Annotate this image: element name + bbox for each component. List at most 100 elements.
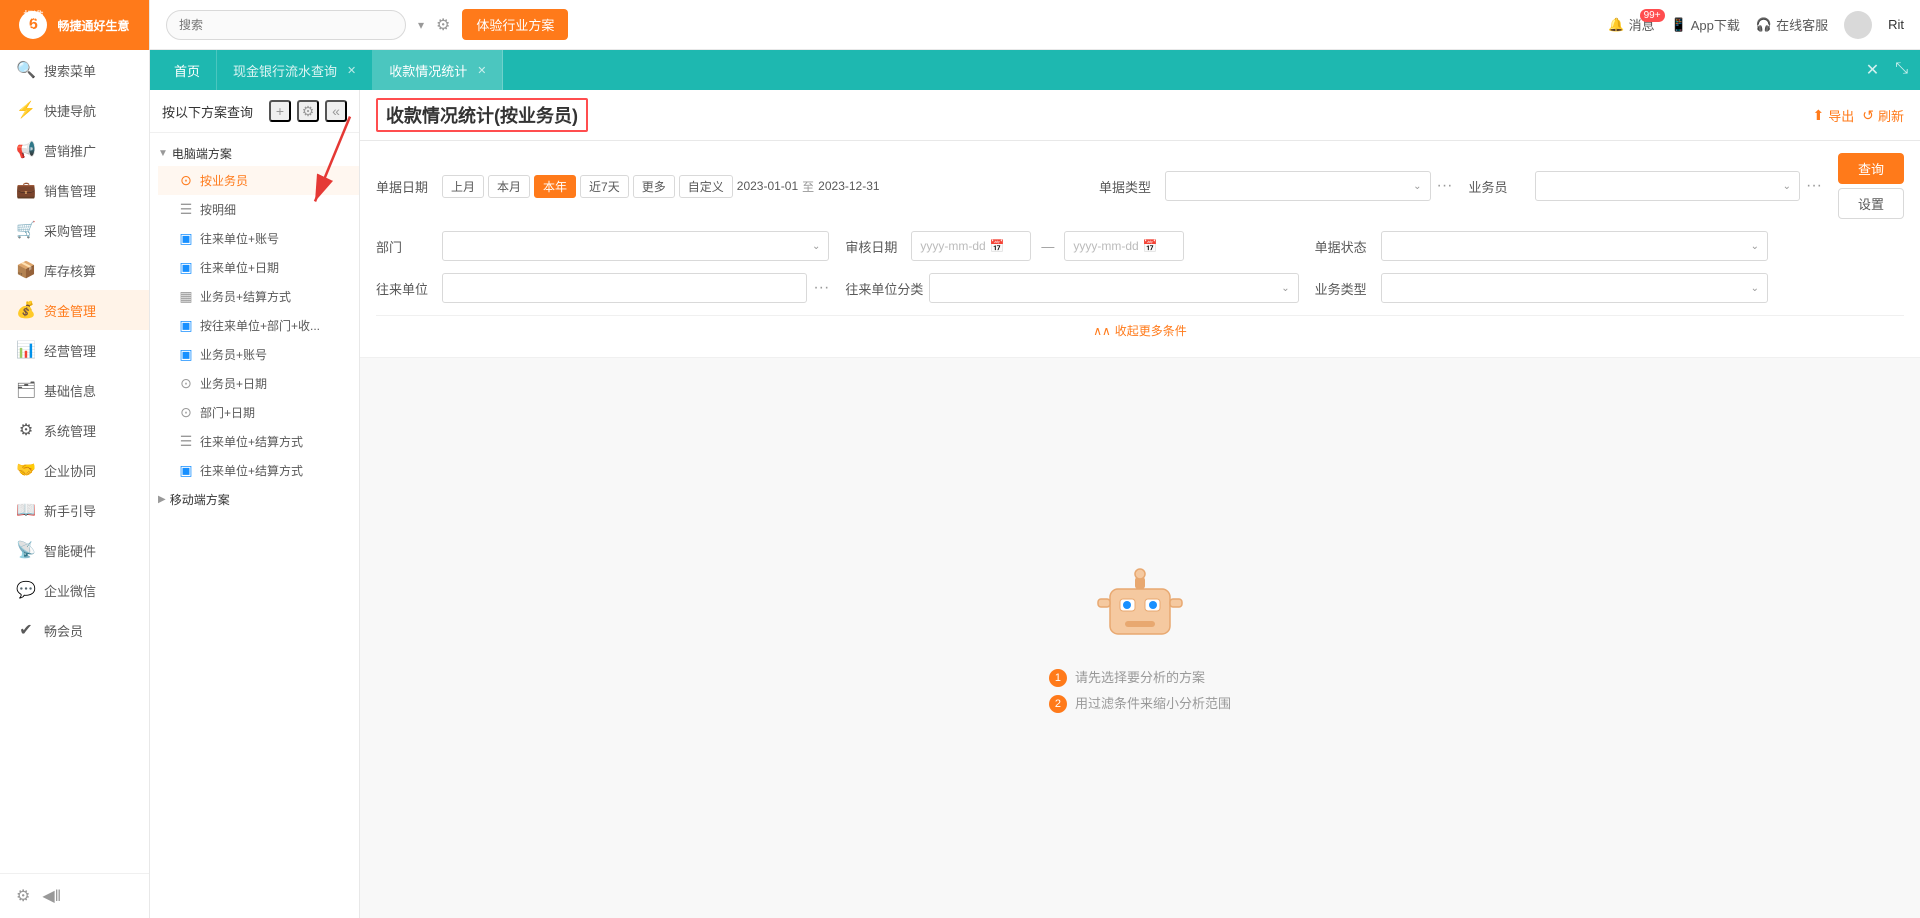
operations-icon: 📊: [16, 340, 36, 360]
empty-state: 1 请先选择要分析的方案 2 用过滤条件来缩小分析范围: [1049, 559, 1231, 717]
shortcut-this-month[interactable]: 本月: [488, 175, 530, 198]
online-service-button[interactable]: 🎧 在线客服: [1756, 15, 1828, 34]
tabbar-right: ✕ ⤡: [1862, 56, 1912, 84]
collapse-sidebar-icon[interactable]: ◀‖: [42, 886, 61, 906]
sidebar-item-enterprise[interactable]: 🤝 企业协同: [0, 450, 149, 490]
scheme-cp-dept-label: 按往来单位+部门+收...: [200, 317, 320, 334]
message-button[interactable]: 🔔 消息 99+: [1608, 15, 1654, 34]
app-download-button[interactable]: 📱 App下载: [1671, 15, 1740, 34]
sidebar-item-inventory[interactable]: 📦 库存核算: [0, 250, 149, 290]
add-scheme-button[interactable]: +: [269, 100, 291, 122]
sidebar-item-base-info[interactable]: 🗂 基础信息: [0, 370, 149, 410]
shortcut-last-month[interactable]: 上月: [442, 175, 484, 198]
step-2-num: 2: [1049, 695, 1067, 713]
topbar-gear-icon[interactable]: ⚙: [436, 15, 450, 35]
dept-select[interactable]: ⌄: [442, 231, 829, 261]
scheme-counterparty-dept-receipt[interactable]: ▣ 按往来单位+部门+收...: [158, 311, 359, 340]
tab-home[interactable]: 首页: [158, 50, 217, 90]
tab-receipts[interactable]: 收款情况统计 ✕: [373, 50, 503, 90]
counterparty-more[interactable]: ···: [813, 279, 829, 297]
scheme-salesperson-settlement[interactable]: ▦ 业务员+结算方式: [158, 282, 359, 311]
cp-class-select[interactable]: ⌄: [929, 273, 1298, 303]
sidebar-item-guide[interactable]: 📖 新手引导: [0, 490, 149, 530]
sp-settlement-icon: ▦: [178, 288, 194, 305]
sidebar-item-member[interactable]: ✔ 畅会员: [0, 610, 149, 650]
sidebar-item-sales[interactable]: 💼 销售管理: [0, 170, 149, 210]
scheme-by-salesperson[interactable]: ⊙ 按业务员: [158, 166, 359, 195]
filter-doc-type: 单据类型 ⌄ ···: [1099, 171, 1453, 201]
refresh-button[interactable]: ↺ 刷新: [1862, 106, 1904, 125]
collapse-panel-button[interactable]: «: [325, 100, 347, 122]
salesperson-more[interactable]: ···: [1806, 177, 1822, 195]
scheme-counterparty-account[interactable]: ▣ 往来单位+账号: [158, 224, 359, 253]
biz-type-select[interactable]: ⌄: [1381, 273, 1768, 303]
tab-home-label: 首页: [174, 61, 200, 80]
page-title: 收款情况统计(按业务员): [376, 98, 588, 132]
query-button[interactable]: 查询: [1838, 153, 1904, 184]
trial-button[interactable]: 体验行业方案: [462, 9, 568, 40]
tab-bank-flow[interactable]: 现金银行流水查询 ✕: [217, 50, 373, 90]
doc-status-select[interactable]: ⌄: [1381, 231, 1768, 261]
shortcut-7days[interactable]: 近7天: [580, 175, 629, 198]
refresh-label: 刷新: [1878, 106, 1904, 125]
sidebar-item-finance[interactable]: 💰 资金管理: [0, 290, 149, 330]
scheme-counterparty-date[interactable]: ▣ 往来单位+日期: [158, 253, 359, 282]
doc-type-more[interactable]: ···: [1437, 177, 1453, 195]
shortcut-more[interactable]: 更多: [633, 175, 675, 198]
sidebar-label-finance: 资金管理: [44, 301, 96, 320]
empty-robot-icon: [1090, 559, 1190, 649]
desktop-group-name: 电脑端方案: [172, 145, 232, 162]
salesperson-select[interactable]: ⌄: [1535, 171, 1801, 201]
content-area: 按以下方案查询 + ⚙ « ▼ 电脑端方案 ⊙ 按业务员: [150, 90, 1920, 918]
set-button[interactable]: 设置: [1838, 188, 1904, 219]
close-all-tabs-icon[interactable]: ✕: [1862, 56, 1883, 84]
sidebar-item-wechat[interactable]: 💬 企业微信: [0, 570, 149, 610]
fullscreen-icon[interactable]: ⤡: [1891, 56, 1912, 84]
left-panel-icons: + ⚙ «: [269, 100, 347, 122]
sidebar-item-marketing[interactable]: 📢 营销推广: [0, 130, 149, 170]
scheme-cp-settlement1[interactable]: ☰ 往来单位+结算方式: [158, 427, 359, 456]
scheme-dept-date[interactable]: ⊙ 部门+日期: [158, 398, 359, 427]
step-1-text: 请先选择要分析的方案: [1075, 665, 1205, 691]
calendar-icon: 📅: [990, 239, 1005, 253]
review-date-to[interactable]: yyyy-mm-dd 📅: [1064, 231, 1184, 261]
shortcut-this-year[interactable]: 本年: [534, 175, 576, 198]
settings-footer-icon[interactable]: ⚙: [16, 886, 30, 906]
message-badge: 99+: [1640, 9, 1665, 22]
doc-status-label: 单据状态: [1315, 237, 1375, 256]
mobile-group-label[interactable]: ▶ 移动端方案: [150, 485, 359, 514]
tab-bank-flow-close[interactable]: ✕: [347, 64, 356, 77]
counterparty-select[interactable]: [442, 273, 807, 303]
scheme-cp-settlement2-label: 往来单位+结算方式: [200, 462, 303, 479]
review-date-to-placeholder: yyyy-mm-dd: [1073, 239, 1138, 253]
topbar-dropdown-arrow[interactable]: ▾: [418, 18, 424, 32]
marketing-icon: 📢: [16, 140, 36, 160]
review-date-from[interactable]: yyyy-mm-dd 📅: [911, 231, 1031, 261]
topbar-search-input[interactable]: [166, 10, 406, 40]
scheme-settings-button[interactable]: ⚙: [297, 100, 319, 122]
mobile-group-arrow: ▶: [158, 494, 166, 505]
scheme-salesperson-account[interactable]: ▣ 业务员+账号: [158, 340, 359, 369]
desktop-group-label[interactable]: ▼ 电脑端方案: [150, 141, 359, 166]
collapse-more-button[interactable]: ∧∧ 收起更多条件: [1093, 322, 1187, 339]
tab-receipts-label: 收款情况统计: [389, 61, 467, 80]
scheme-by-detail[interactable]: ☰ 按明细: [158, 195, 359, 224]
left-panel-header: 按以下方案查询 + ⚙ «: [150, 90, 359, 133]
sidebar-label-inventory: 库存核算: [44, 261, 96, 280]
shortcut-custom[interactable]: 自定义: [679, 175, 733, 198]
sidebar-item-system[interactable]: ⚙ 系统管理: [0, 410, 149, 450]
date-label: 单据日期: [376, 177, 436, 196]
edition-tag: 标准版: [23, 7, 47, 37]
scheme-cp-settlement2[interactable]: ▣ 往来单位+结算方式: [158, 456, 359, 485]
sidebar-item-quick-nav[interactable]: ⚡ 快捷导航: [0, 90, 149, 130]
sidebar-item-smart-hw[interactable]: 📡 智能硬件: [0, 530, 149, 570]
doc-type-select[interactable]: ⌄: [1165, 171, 1431, 201]
export-button[interactable]: ⬆ 导出: [1813, 106, 1855, 125]
sidebar-item-purchase[interactable]: 🛒 采购管理: [0, 210, 149, 250]
tab-receipts-close[interactable]: ✕: [477, 64, 486, 77]
filter-biz-type: 业务类型 ⌄: [1315, 273, 1768, 303]
sidebar-item-operations[interactable]: 📊 经营管理: [0, 330, 149, 370]
sidebar-item-search-menu[interactable]: 🔍 搜索菜单: [0, 50, 149, 90]
scheme-salesperson-date[interactable]: ⊙ 业务员+日期: [158, 369, 359, 398]
date-filter-control: 上月 本月 本年 近7天 更多 自定义 2023-01-01 至 2023-12…: [442, 175, 1083, 198]
